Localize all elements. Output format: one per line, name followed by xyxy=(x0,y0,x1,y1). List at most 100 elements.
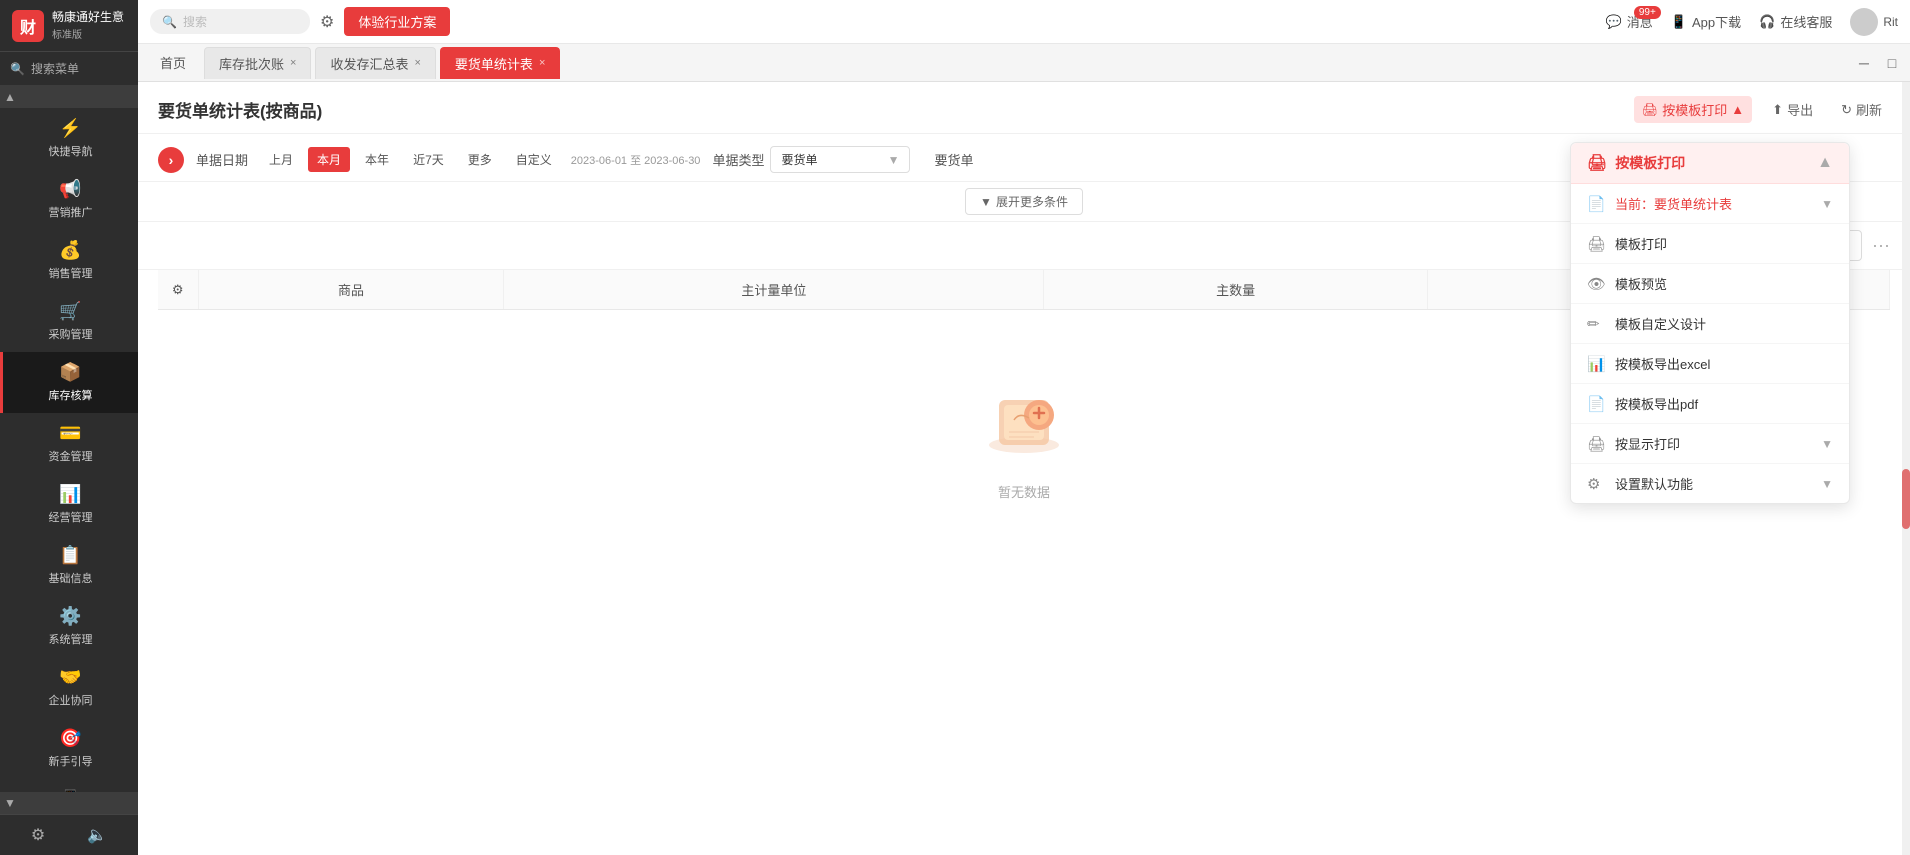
template-design-text: 模板自定义设计 xyxy=(1615,314,1833,333)
dropdown-title: 🖨 按模板打印 xyxy=(1587,153,1685,173)
page-area: 要货单统计表(按商品) 🖨 按模板打印 ▲ ⬆ 导出 ↻ 刷新 › xyxy=(138,82,1910,855)
tab-order-stat-close[interactable]: × xyxy=(539,57,545,69)
page-header: 要货单统计表(按商品) 🖨 按模板打印 ▲ ⬆ 导出 ↻ 刷新 xyxy=(138,82,1910,134)
scroll-down-btn[interactable]: ▼ xyxy=(0,792,138,814)
topbar-gear-icon[interactable]: ⚙ xyxy=(320,12,334,32)
date-filter-label: 单据日期 xyxy=(196,150,248,169)
dropdown-item-display-print[interactable]: 🖨 按显示打印 ▼ xyxy=(1571,424,1849,464)
filter-dates: 上月 本月 本年 近7天 更多 自定义 2023-06-01 至 2023-06… xyxy=(260,147,700,172)
scrollbar-thumb[interactable] xyxy=(1902,469,1910,529)
service-icon: 🎧 xyxy=(1759,14,1775,30)
expand-label: 展开更多条件 xyxy=(996,193,1068,210)
export-excel-icon: 📊 xyxy=(1587,355,1605,373)
sidebar-item-marketing[interactable]: 📢 营销推广 xyxy=(0,169,138,230)
sidebar-item-system[interactable]: ⚙️ 系统管理 xyxy=(0,596,138,657)
dropdown-item-set-default[interactable]: ⚙ 设置默认功能 ▼ xyxy=(1571,464,1849,503)
page-actions: 🖨 按模板打印 ▲ ⬆ 导出 ↻ 刷新 xyxy=(1634,96,1890,123)
tab-batch[interactable]: 库存批次账 × xyxy=(204,47,311,79)
date-range-display: 2023-06-01 至 2023-06-30 xyxy=(571,152,701,168)
type-select[interactable]: 要货单 ▼ xyxy=(770,146,910,173)
collab-label: 企业协同 xyxy=(49,692,93,708)
expand-more-btn[interactable]: ▼ 展开更多条件 xyxy=(965,188,1083,215)
sidebar-item-basic[interactable]: 📋 基础信息 xyxy=(0,535,138,596)
tab-home-label: 首页 xyxy=(160,53,186,72)
settings-bottom-btn[interactable]: ⚙ xyxy=(31,825,45,845)
date-last7days-btn[interactable]: 近7天 xyxy=(404,147,453,172)
dropdown-current-item[interactable]: 📄 当前：要货单统计表 ▼ xyxy=(1571,184,1849,224)
newbie-icon: 🎯 xyxy=(59,728,81,749)
col-settings[interactable]: ⚙ xyxy=(158,270,198,310)
dropdown-close-btn[interactable]: ▲ xyxy=(1817,154,1833,172)
tab-home[interactable]: 首页 xyxy=(146,47,200,78)
message-btn[interactable]: 💬 消息 99+ xyxy=(1606,12,1653,31)
message-icon: 💬 xyxy=(1606,14,1622,30)
template-design-icon: ✏ xyxy=(1587,315,1605,333)
dropdown-item-export-excel[interactable]: 📊 按模板导出excel xyxy=(1571,344,1849,384)
tab-order-stat[interactable]: 要货单统计表 × xyxy=(440,47,560,79)
date-current-month-btn[interactable]: 本月 xyxy=(308,147,350,172)
template-print-text: 模板打印 xyxy=(1615,234,1833,253)
topbar: 🔍 搜索 ⚙ 体验行业方案 💬 消息 99+ 📱 App下载 🎧 在线客服 Ri… xyxy=(138,0,1910,44)
topbar-search[interactable]: 🔍 搜索 xyxy=(150,9,310,34)
date-more-btn[interactable]: 更多 xyxy=(459,147,501,172)
sidebar-item-newbie[interactable]: 🎯 新手引导 xyxy=(0,718,138,779)
dropdown-item-template-design[interactable]: ✏ 模板自定义设计 xyxy=(1571,304,1849,344)
scroll-up-btn[interactable]: ▲ xyxy=(0,86,138,108)
refresh-btn[interactable]: ↻ 刷新 xyxy=(1833,96,1890,123)
export-btn[interactable]: ⬆ 导出 xyxy=(1764,96,1821,123)
sidebar-item-quicknav[interactable]: ⚡ 快捷导航 xyxy=(0,108,138,169)
sidebar-item-operation[interactable]: 📊 经营管理 xyxy=(0,474,138,535)
dropdown-header: 🖨 按模板打印 ▲ xyxy=(1571,143,1849,184)
date-custom-btn[interactable]: 自定义 xyxy=(507,147,561,172)
export-label: 导出 xyxy=(1787,100,1813,119)
sidebar-search[interactable]: 🔍 搜索菜单 xyxy=(0,52,138,86)
sidebar-item-purchase[interactable]: 🛒 采购管理 xyxy=(0,291,138,352)
search-icon: 🔍 xyxy=(10,62,25,76)
current-item-text: 当前：要货单统计表 xyxy=(1615,194,1811,213)
newbie-label: 新手引导 xyxy=(49,753,93,769)
sidebar-item-appstore[interactable]: 📱 应用中心 xyxy=(0,779,138,792)
window-minimize-btn[interactable]: ─ xyxy=(1854,53,1874,73)
basic-label: 基础信息 xyxy=(49,570,93,586)
tab-collection[interactable]: 收发存汇总表 × xyxy=(315,47,435,79)
col-goods: 商品 xyxy=(198,270,504,310)
operation-icon: 📊 xyxy=(59,484,81,505)
topbar-search-icon: 🔍 xyxy=(162,15,177,29)
set-default-text: 设置默认功能 xyxy=(1615,474,1811,493)
sidebar-item-sales[interactable]: 💰 销售管理 xyxy=(0,230,138,291)
print-template-btn[interactable]: 🖨 按模板打印 ▲ xyxy=(1634,96,1752,123)
message-badge: 99+ xyxy=(1634,6,1661,19)
dropdown-item-template-preview[interactable]: 👁 模板预览 xyxy=(1571,264,1849,304)
app-download-icon: 📱 xyxy=(1671,14,1687,30)
quicknav-icon: ⚡ xyxy=(59,118,81,139)
date-current-year-btn[interactable]: 本年 xyxy=(356,147,398,172)
export-pdf-icon: 📄 xyxy=(1587,395,1605,413)
tab-batch-close[interactable]: × xyxy=(290,57,296,69)
tabs-bar: 首页 库存批次账 × 收发存汇总表 × 要货单统计表 × ─ □ xyxy=(138,44,1910,82)
app-logo: 财 畅康通好生意 标准版 xyxy=(0,0,138,52)
online-service-btn[interactable]: 🎧 在线客服 xyxy=(1759,12,1832,31)
dropdown-item-template-print[interactable]: 🖨 模板打印 xyxy=(1571,224,1849,264)
filter-toggle-btn[interactable]: › xyxy=(158,147,184,173)
trial-btn[interactable]: 体验行业方案 xyxy=(344,7,450,36)
more-options-btn[interactable]: ··· xyxy=(1872,235,1890,256)
scrollbar-track[interactable] xyxy=(1902,82,1910,855)
user-avatar[interactable]: Rit xyxy=(1850,8,1898,36)
finance-label: 资金管理 xyxy=(49,448,93,464)
print-icon: 🖨 xyxy=(1642,102,1659,118)
sidebar-item-finance[interactable]: 💳 资金管理 xyxy=(0,413,138,474)
sidebar-item-collab[interactable]: 🤝 企业协同 xyxy=(0,657,138,718)
marketing-icon: 📢 xyxy=(59,179,81,200)
window-maximize-btn[interactable]: □ xyxy=(1882,53,1902,73)
date-prev-month-btn[interactable]: 上月 xyxy=(260,147,302,172)
type-select-value: 要货单 xyxy=(781,151,817,168)
dropdown-item-export-pdf[interactable]: 📄 按模板导出pdf xyxy=(1571,384,1849,424)
template-preview-text: 模板预览 xyxy=(1615,274,1833,293)
tab-collection-close[interactable]: × xyxy=(414,57,420,69)
set-default-icon: ⚙ xyxy=(1587,475,1605,493)
app-download-btn[interactable]: 📱 App下载 xyxy=(1671,12,1741,31)
sidebar-item-inventory[interactable]: 📦 库存核算 xyxy=(0,352,138,413)
speaker-bottom-btn[interactable]: 🔈 xyxy=(87,825,107,845)
sales-label: 销售管理 xyxy=(49,265,93,281)
current-item-icon: 📄 xyxy=(1587,195,1605,213)
